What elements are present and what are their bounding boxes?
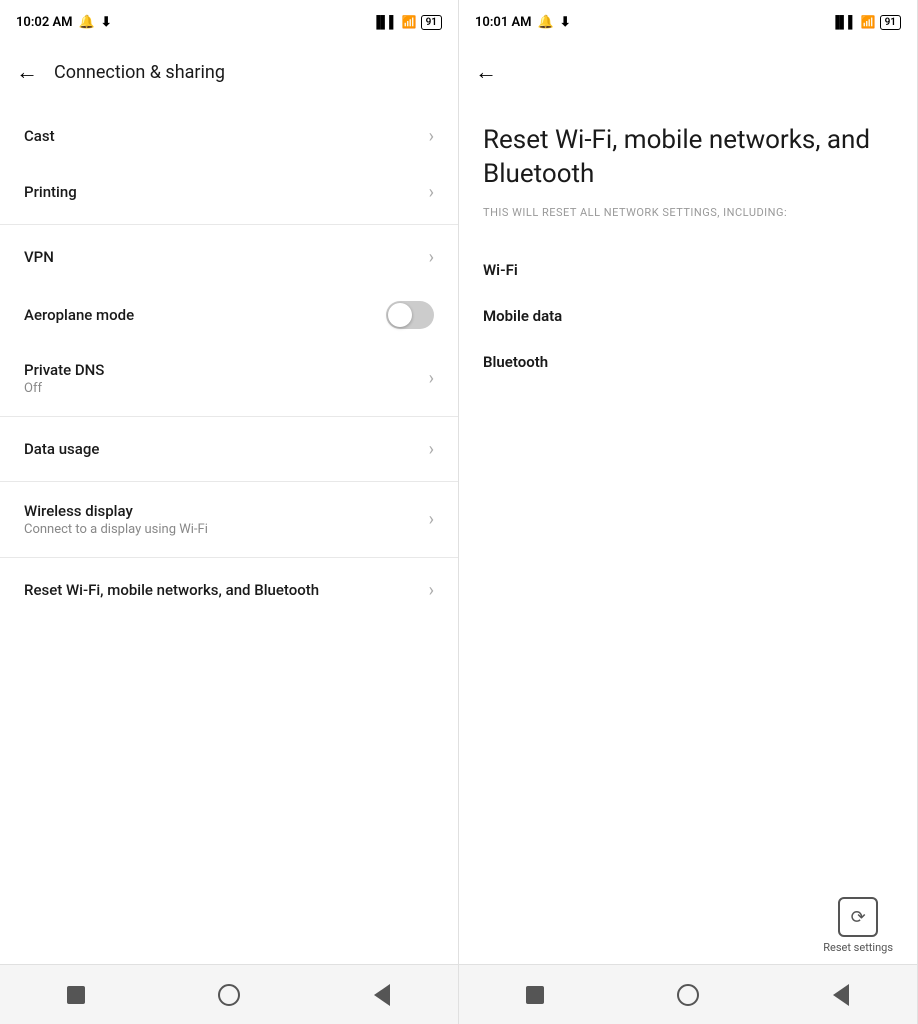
right-download-icon: ⬇	[560, 15, 571, 30]
printing-item[interactable]: Printing ›	[0, 164, 458, 220]
reset-wifi-item-right: Wi-Fi	[459, 247, 917, 293]
data-usage-chevron: ›	[429, 439, 434, 460]
right-back-button[interactable]: ←	[475, 59, 497, 85]
divider-1	[0, 224, 458, 225]
reset-page-header: Reset Wi-Fi, mobile networks, and Blueto…	[459, 108, 917, 247]
right-alarm-icon: 🔔	[538, 15, 554, 30]
download-icon: ⬇	[101, 15, 112, 30]
left-status-bar: 10:02 AM 🔔 ⬇ ▐▌▌ 📶 91	[0, 0, 458, 44]
right-nav-home-button[interactable]	[670, 977, 706, 1013]
right-time: 10:01 AM	[475, 15, 532, 30]
aeroplane-item[interactable]: Aeroplane mode	[0, 285, 458, 345]
right-signal-icon: ▐▌▌	[831, 15, 857, 29]
cast-title: Cast	[24, 127, 55, 145]
vpn-chevron: ›	[429, 247, 434, 268]
right-status-icons: ▐▌▌ 📶 91	[831, 15, 901, 30]
reset-wifi-item[interactable]: Reset Wi-Fi, mobile networks, and Blueto…	[0, 562, 458, 618]
left-header-title: Connection & sharing	[54, 62, 225, 83]
right-battery-badge: 91	[880, 15, 901, 30]
right-nav-recents-button[interactable]	[517, 977, 553, 1013]
left-time: 10:02 AM	[16, 15, 73, 30]
reset-bluetooth-label: Bluetooth	[483, 353, 893, 371]
back-icon	[374, 984, 390, 1006]
left-screen-content: Cast › Printing › VPN › Aeroplane mode	[0, 100, 458, 964]
divider-2	[0, 416, 458, 417]
reset-bluetooth-item: Bluetooth	[459, 339, 917, 385]
reset-wifi-chevron: ›	[429, 580, 434, 601]
right-nav-back-button[interactable]	[823, 977, 859, 1013]
left-nav-recents-button[interactable]	[58, 977, 94, 1013]
printing-title: Printing	[24, 183, 77, 201]
reset-wifi-title: Reset Wi-Fi, mobile networks, and Blueto…	[24, 581, 319, 599]
reset-mobile-data-item: Mobile data	[459, 293, 917, 339]
right-screen-content: Reset Wi-Fi, mobile networks, and Blueto…	[459, 100, 917, 964]
left-screen-header: ← Connection & sharing	[0, 44, 458, 100]
wifi-icon: 📶	[402, 15, 417, 29]
divider-4	[0, 557, 458, 558]
reset-settings-button[interactable]: ⟳ Reset settings	[823, 897, 893, 954]
right-status-time-group: 10:01 AM 🔔 ⬇	[475, 15, 571, 30]
alarm-icon: 🔔	[79, 15, 95, 30]
left-nav-home-button[interactable]	[211, 977, 247, 1013]
right-back-icon	[833, 984, 849, 1006]
left-phone-panel: 10:02 AM 🔔 ⬇ ▐▌▌ 📶 91 ← Connection & sha…	[0, 0, 459, 1024]
reset-settings-icon-box: ⟳	[838, 897, 878, 937]
vpn-item[interactable]: VPN ›	[0, 229, 458, 285]
data-usage-title: Data usage	[24, 440, 99, 458]
cast-item[interactable]: Cast ›	[0, 108, 458, 164]
right-wifi-icon: 📶	[861, 15, 876, 29]
left-status-time-group: 10:02 AM 🔔 ⬇	[16, 15, 112, 30]
wireless-display-chevron: ›	[429, 509, 434, 530]
data-usage-item[interactable]: Data usage ›	[0, 421, 458, 477]
private-dns-subtitle: Off	[24, 381, 104, 396]
right-status-bar: 10:01 AM 🔔 ⬇ ▐▌▌ 📶 91	[459, 0, 917, 44]
aeroplane-title: Aeroplane mode	[24, 306, 134, 324]
left-back-button[interactable]: ←	[16, 59, 38, 85]
vpn-title: VPN	[24, 248, 54, 266]
home-icon	[218, 984, 240, 1006]
left-bottom-nav	[0, 964, 458, 1024]
private-dns-title: Private DNS	[24, 361, 104, 379]
reset-page-subtitle: THIS WILL RESET ALL NETWORK SETTINGS, IN…	[483, 206, 893, 219]
private-dns-chevron: ›	[429, 368, 434, 389]
left-nav-back-button[interactable]	[364, 977, 400, 1013]
printing-chevron: ›	[429, 182, 434, 203]
reset-settings-label: Reset settings	[823, 941, 893, 954]
right-recents-icon	[526, 986, 544, 1004]
right-phone-panel: 10:01 AM 🔔 ⬇ ▐▌▌ 📶 91 ← Reset Wi-Fi, mob…	[459, 0, 918, 1024]
reset-page-title: Reset Wi-Fi, mobile networks, and Blueto…	[483, 124, 893, 192]
reset-settings-icon: ⟳	[851, 907, 866, 928]
private-dns-item[interactable]: Private DNS Off ›	[0, 345, 458, 412]
right-bottom-nav	[459, 964, 917, 1024]
wireless-display-subtitle: Connect to a display using Wi-Fi	[24, 522, 208, 537]
divider-3	[0, 481, 458, 482]
signal-icon: ▐▌▌	[372, 15, 398, 29]
aeroplane-toggle[interactable]	[386, 301, 434, 329]
battery-badge: 91	[421, 15, 442, 30]
reset-wifi-label: Wi-Fi	[483, 261, 893, 279]
wireless-display-title: Wireless display	[24, 502, 208, 520]
right-home-icon	[677, 984, 699, 1006]
reset-mobile-data-label: Mobile data	[483, 307, 893, 325]
left-status-icons: ▐▌▌ 📶 91	[372, 15, 442, 30]
wireless-display-item[interactable]: Wireless display Connect to a display us…	[0, 486, 458, 553]
recents-icon	[67, 986, 85, 1004]
right-screen-header: ←	[459, 44, 917, 100]
cast-chevron: ›	[429, 126, 434, 147]
